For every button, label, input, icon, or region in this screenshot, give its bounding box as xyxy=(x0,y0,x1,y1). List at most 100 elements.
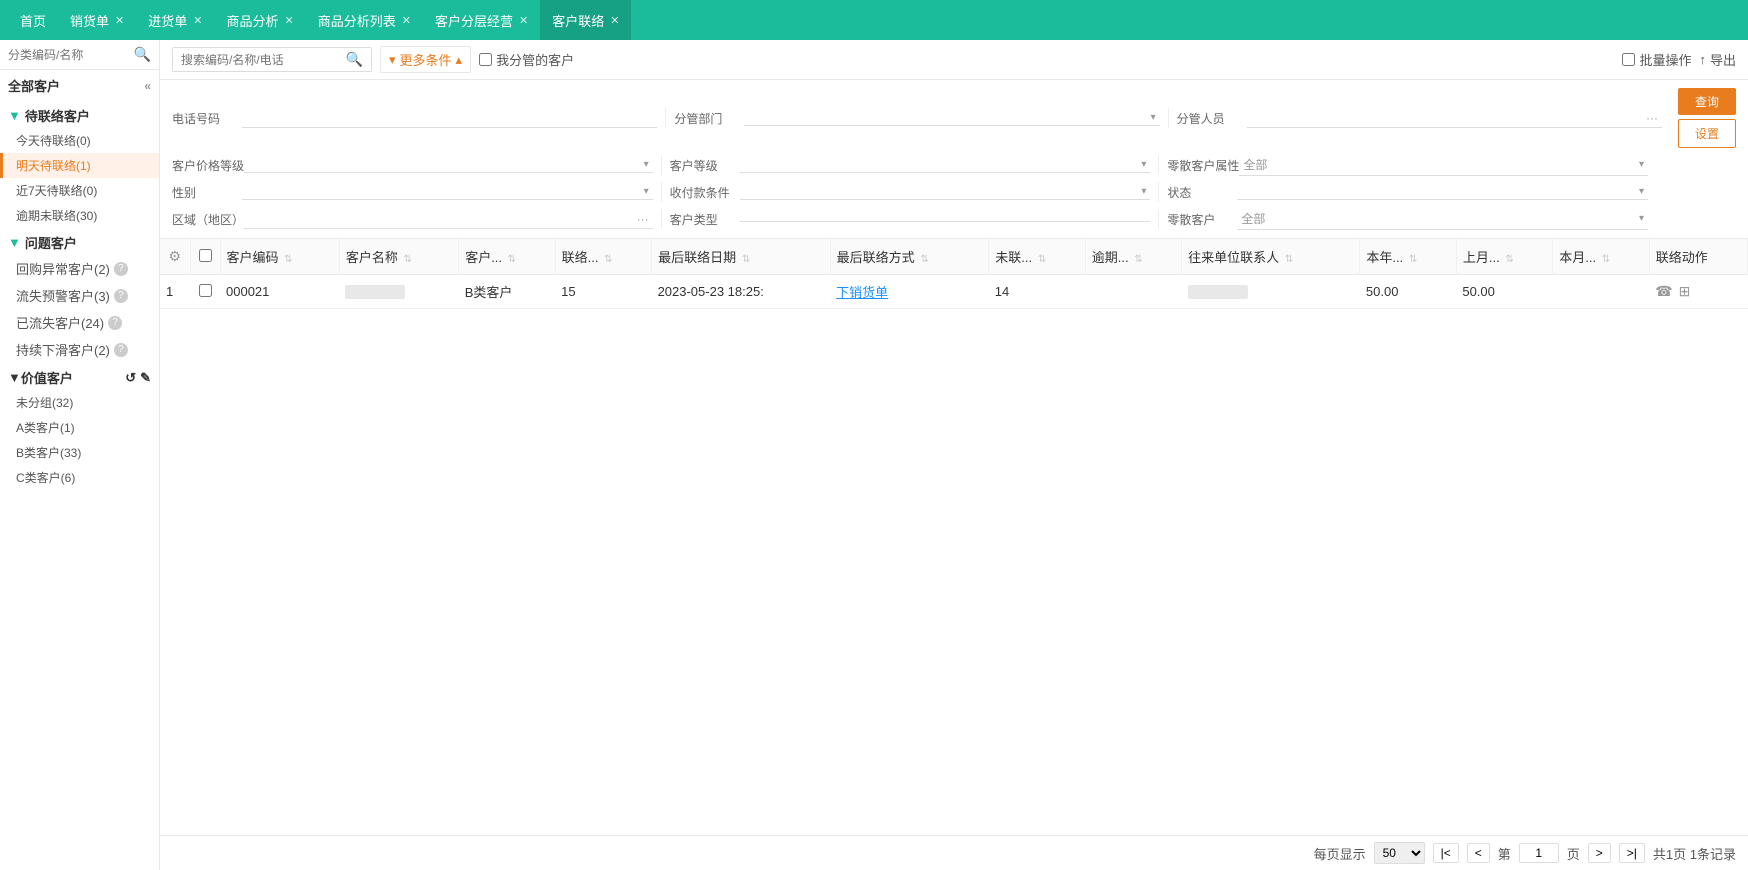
refresh-icon[interactable]: ↺ xyxy=(125,370,136,386)
branch-dept-select[interactable]: ▾ xyxy=(744,110,1159,126)
filter-more-btn[interactable]: ▾ 更多条件 ▴ xyxy=(380,46,471,73)
region-select[interactable]: ··· xyxy=(244,210,653,229)
nav-customer-tier[interactable]: 客户分层经营 ✕ xyxy=(423,0,540,40)
retail-customer-select[interactable]: 全部 ▾ xyxy=(1237,208,1648,230)
this-year-value: 50.00 xyxy=(1366,284,1399,299)
sort-icon-overdue[interactable]: ⇅ xyxy=(1134,254,1142,265)
filter-actions: 查询 设置 xyxy=(1678,88,1736,148)
td-type: B类客户 xyxy=(459,275,555,309)
payment-select[interactable]: ▾ xyxy=(740,184,1151,200)
nav-customer-contact-close[interactable]: ✕ xyxy=(610,14,619,27)
customer-type-select[interactable] xyxy=(740,217,1151,222)
sidebar-item-churn-warning[interactable]: 流失预警客户(3) ? xyxy=(0,282,159,309)
nav-product-analysis-list-close[interactable]: ✕ xyxy=(402,14,411,27)
row-action-grid-icon[interactable]: ⊞ xyxy=(1679,283,1691,300)
sidebar-item-b-class[interactable]: B类客户(33) xyxy=(0,440,159,465)
nav-product-analysis-close[interactable]: ✕ xyxy=(285,14,294,27)
td-name xyxy=(339,275,458,309)
nav-sales-order-close[interactable]: ✕ xyxy=(115,14,124,27)
nav-customer-contact[interactable]: 客户联络 ✕ xyxy=(540,0,631,40)
sidebar-item-abnormal-repurchase[interactable]: 回购异常客户(2) ? xyxy=(0,255,159,282)
export-icon: ↑ xyxy=(1699,52,1706,67)
th-contact-person: 往来单位联系人 ⇅ xyxy=(1182,239,1360,275)
first-page-btn[interactable]: |< xyxy=(1433,843,1459,863)
sidebar-item-overdue[interactable]: 逾期未联络(30) xyxy=(0,203,159,228)
export-btn[interactable]: ↑ 导出 xyxy=(1699,50,1736,69)
query-btn[interactable]: 查询 xyxy=(1678,88,1736,115)
branch-person-select[interactable]: ··· xyxy=(1247,109,1662,128)
batch-ops-checkbox[interactable] xyxy=(1622,53,1635,66)
sort-icon-last-method[interactable]: ⇅ xyxy=(920,254,928,265)
sidebar-item-tomorrow[interactable]: 明天待联络(1) xyxy=(0,153,159,178)
gender-select[interactable]: ▾ xyxy=(242,184,653,200)
th-contact-person-label: 往来单位联系人 xyxy=(1188,250,1279,265)
sidebar-item-c-class[interactable]: C类客户(6) xyxy=(0,465,159,490)
table-footer: 每页显示 50 100 200 |< < 第 页 > >| 共1页 1条记录 xyxy=(160,835,1748,870)
retail-customer-text: 全部 xyxy=(1241,210,1639,227)
sort-icon-this-month[interactable]: ⇅ xyxy=(1602,254,1610,265)
nav-purchase-order[interactable]: 进货单 ✕ xyxy=(136,0,214,40)
sidebar-search-icon[interactable]: 🔍 xyxy=(134,46,151,63)
nav-home[interactable]: 首页 xyxy=(8,0,58,40)
search-icon[interactable]: 🔍 xyxy=(346,51,363,68)
settings-gear-icon[interactable]: ⚙ xyxy=(168,248,181,264)
reset-btn[interactable]: 设置 xyxy=(1678,119,1736,148)
branch-person-dots[interactable]: ··· xyxy=(1646,111,1658,125)
last-contact-method[interactable]: 下销货单 xyxy=(836,285,888,300)
sidebar-item-today[interactable]: 今天待联络(0) xyxy=(0,128,159,153)
sidebar-item-a-class[interactable]: A类客户(1) xyxy=(0,415,159,440)
customer-level-select[interactable]: ▾ xyxy=(740,157,1151,173)
sidebar-item-declining[interactable]: 持续下滑客户(2) ? xyxy=(0,336,159,363)
toolbar-right: 批量操作 ↑ 导出 xyxy=(1622,50,1736,69)
select-all-checkbox[interactable] xyxy=(199,249,212,262)
row-action-phone-icon[interactable]: ☎ xyxy=(1655,283,1672,300)
all-customers-header[interactable]: 全部客户 « xyxy=(0,70,159,101)
filter-row-4: 区域（地区） ··· 客户类型 零散客户 xyxy=(172,208,1736,230)
contacts-count: 15 xyxy=(561,284,575,299)
last-page-btn[interactable]: >| xyxy=(1619,843,1645,863)
sidebar-item-churned[interactable]: 已流失客户(24) ? xyxy=(0,309,159,336)
page-size-select[interactable]: 50 100 200 xyxy=(1374,842,1425,864)
status-select[interactable]: ▾ xyxy=(1237,184,1648,200)
phone-input[interactable] xyxy=(242,109,657,128)
filter-payment: 收付款条件 ▾ xyxy=(670,184,1151,201)
th-overdue: 逾期... ⇅ xyxy=(1085,239,1181,275)
sidebar-item-7days[interactable]: 近7天待联络(0) xyxy=(0,178,159,203)
page-label: 第 xyxy=(1498,844,1511,863)
nav-product-analysis[interactable]: 商品分析 ✕ xyxy=(214,0,305,40)
filter-row-3: 性别 ▾ 收付款条件 ▾ 状态 xyxy=(172,182,1736,202)
price-level-select[interactable]: ▾ xyxy=(244,157,653,173)
td-last-date: 2023-05-23 18:25: xyxy=(652,275,831,309)
region-dots[interactable]: ··· xyxy=(637,212,649,226)
prev-page-btn[interactable]: < xyxy=(1467,843,1490,863)
page-input[interactable] xyxy=(1519,843,1559,863)
nav-product-analysis-label: 商品分析 xyxy=(226,11,278,30)
sort-icon-contact-person[interactable]: ⇅ xyxy=(1285,254,1293,265)
my-customers-check[interactable]: 我分管的客户 xyxy=(479,50,574,69)
sort-icon-this-year[interactable]: ⇅ xyxy=(1409,254,1417,265)
status-arrow: ▾ xyxy=(1639,186,1644,197)
my-customers-label: 我分管的客户 xyxy=(496,50,574,69)
sort-icon-uncontacted[interactable]: ⇅ xyxy=(1038,254,1046,265)
sort-icon-last-date[interactable]: ⇅ xyxy=(742,254,750,265)
row-checkbox[interactable] xyxy=(199,284,212,297)
nav-sales-order[interactable]: 销货单 ✕ xyxy=(58,0,136,40)
nav-customer-tier-close[interactable]: ✕ xyxy=(519,14,528,27)
edit-icon[interactable]: ✎ xyxy=(140,370,151,386)
sort-icon-type[interactable]: ⇅ xyxy=(508,254,516,265)
retail-attr-select[interactable]: 全部 ▾ xyxy=(1239,154,1648,176)
search-input[interactable] xyxy=(181,53,346,67)
next-page-btn[interactable]: > xyxy=(1588,843,1611,863)
sort-icon-code[interactable]: ⇅ xyxy=(284,254,292,265)
filter-branch-person: 分管人员 ··· xyxy=(1177,109,1662,128)
sort-icon-last-month[interactable]: ⇅ xyxy=(1505,254,1513,265)
sidebar-search-input[interactable] xyxy=(8,48,134,62)
batch-ops-btn[interactable]: 批量操作 xyxy=(1622,50,1691,69)
sidebar-item-ungrouped[interactable]: 未分组(32) xyxy=(0,390,159,415)
my-customers-checkbox[interactable] xyxy=(479,53,492,66)
sort-icon-contacts[interactable]: ⇅ xyxy=(604,254,612,265)
nav-purchase-order-close[interactable]: ✕ xyxy=(193,14,202,27)
th-actions-label: 联络动作 xyxy=(1656,250,1708,265)
nav-product-analysis-list[interactable]: 商品分析列表 ✕ xyxy=(306,0,423,40)
sort-icon-name[interactable]: ⇅ xyxy=(403,254,411,265)
